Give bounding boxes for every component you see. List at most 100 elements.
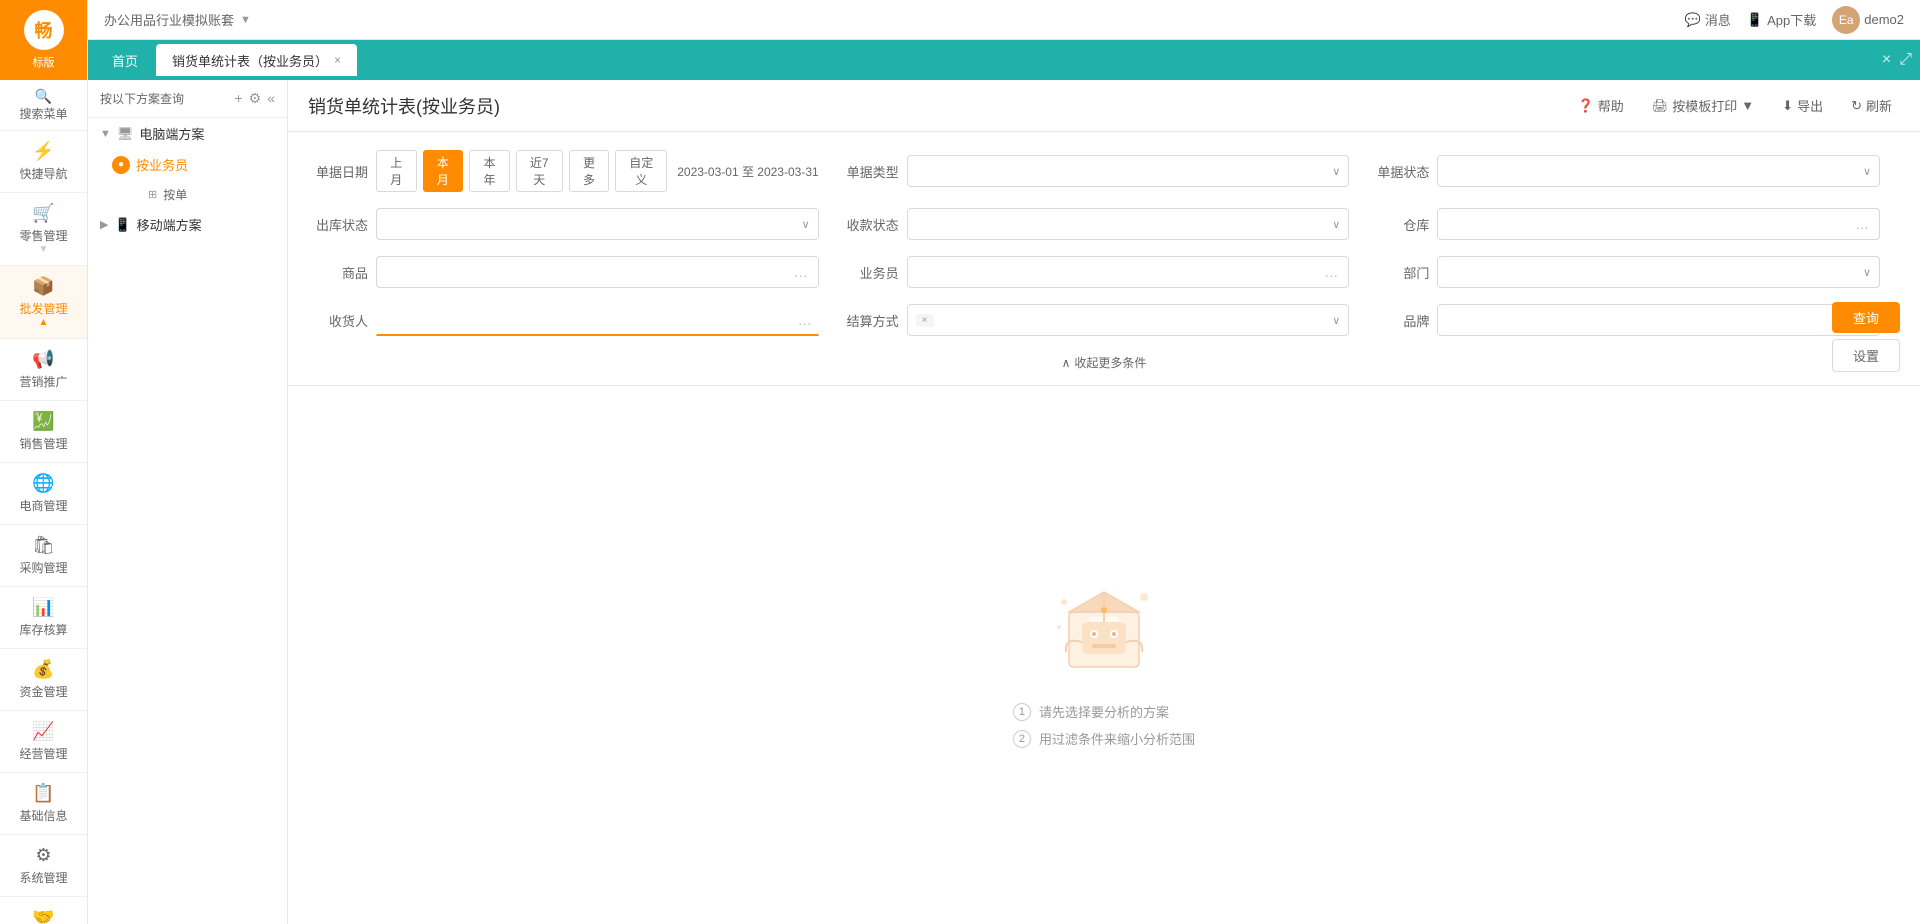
outstatus-arrow: ∨ bbox=[802, 218, 810, 231]
tab-home[interactable]: 首页 bbox=[96, 44, 154, 76]
retail-icon: 🛒 bbox=[32, 203, 54, 224]
date-this-year-btn[interactable]: 本年 bbox=[469, 150, 510, 192]
tree-desktop-children: ● 按业务员 ⊞ 按单 bbox=[88, 149, 287, 209]
window-expand-btn[interactable]: ⤢ bbox=[1899, 51, 1912, 69]
by-order-label: 按单 bbox=[163, 186, 187, 203]
sidebar-item-system[interactable]: ⚙ 系统管理 bbox=[0, 835, 87, 897]
settings-btn[interactable]: 设置 bbox=[1832, 339, 1900, 372]
tree-by-staff[interactable]: ● 按业务员 bbox=[112, 149, 287, 180]
tree-mobile-folder[interactable]: ▶ 📱 移动端方案 bbox=[88, 209, 287, 240]
collapse-icon: ∧ bbox=[1062, 356, 1071, 370]
tab-home-label: 首页 bbox=[112, 51, 138, 70]
query-btn[interactable]: 查询 bbox=[1832, 302, 1900, 333]
dept-select[interactable]: ∨ bbox=[1437, 256, 1880, 288]
warehouse-control: … bbox=[1437, 208, 1880, 240]
sidebar-item-ecom[interactable]: 🌐 电商管理 bbox=[0, 463, 87, 525]
filter-row-3: 商品 … 业务员 … bbox=[308, 248, 1900, 296]
sidebar-item-wholesale[interactable]: 📦 批发管理 ▲ bbox=[0, 266, 87, 339]
date-last7-btn[interactable]: 近7天 bbox=[516, 150, 563, 192]
goods-input[interactable]: … bbox=[376, 256, 819, 288]
sidebar-item-operations[interactable]: 📈 经营管理 bbox=[0, 711, 87, 773]
sidebar-item-marketing[interactable]: 📢 营销推广 bbox=[0, 339, 87, 401]
empty-tips: 1 请先选择要分析的方案 2 用过滤条件来缩小分析范围 bbox=[1013, 702, 1195, 748]
sidebar-item-inventory[interactable]: 📊 库存核算 bbox=[0, 587, 87, 649]
consignee-dots: … bbox=[798, 312, 814, 328]
left-panel-icons: + ⚙ « bbox=[234, 90, 275, 107]
collapse-label: 收起更多条件 bbox=[1074, 354, 1146, 371]
sidebar-item-retail[interactable]: 🛒 零售管理 ▼ bbox=[0, 193, 87, 266]
company-name: 办公用品行业模拟账套 bbox=[104, 10, 234, 29]
tree-desktop-folder[interactable]: ▼ 🖥 电脑端方案 bbox=[88, 118, 287, 149]
filter-outstatus-cell: 出库状态 ∨ bbox=[308, 200, 839, 248]
user-action[interactable]: Ea demo2 bbox=[1832, 6, 1904, 34]
tip1-num: 1 bbox=[1013, 703, 1031, 721]
right-panel: 销货单统计表(按业务员) ❓ 帮助 🖨 按模板打印 ▼ ⬇ 导出 bbox=[288, 80, 1920, 924]
date-this-month-btn[interactable]: 本月 bbox=[423, 150, 464, 192]
outstatus-select[interactable]: ∨ bbox=[376, 208, 819, 240]
export-btn[interactable]: ⬇ 导出 bbox=[1774, 92, 1831, 119]
app-download-action[interactable]: 📱 App下载 bbox=[1747, 10, 1816, 29]
page-header-actions: ❓ 帮助 🖨 按模板打印 ▼ ⬇ 导出 ↻ 刷新 bbox=[1570, 92, 1900, 119]
settle-tag-remove[interactable]: × bbox=[922, 315, 928, 326]
tab-active[interactable]: 销货单统计表（按业务员） × bbox=[156, 44, 357, 76]
sidebar-item-basic[interactable]: 📋 基础信息 bbox=[0, 773, 87, 835]
sidebar-quicknav[interactable]: ⚡ 快捷导航 bbox=[0, 131, 87, 193]
message-action[interactable]: 💬 消息 bbox=[1685, 10, 1731, 29]
sidebar-item-purchase[interactable]: 🛍 采购管理 bbox=[0, 525, 87, 587]
recvstatus-label: 收款状态 bbox=[839, 215, 907, 234]
basic-icon: 📋 bbox=[32, 783, 54, 804]
template-print-label: 按模板打印 bbox=[1672, 96, 1737, 115]
dept-arrow: ∨ bbox=[1863, 266, 1871, 279]
sidebar-wholesale-label: 批发管理 bbox=[19, 300, 67, 317]
dept-label: 部门 bbox=[1369, 263, 1437, 282]
template-print-btn[interactable]: 🖨 按模板打印 ▼ bbox=[1644, 92, 1762, 119]
doctype-arrow: ∨ bbox=[1332, 165, 1340, 178]
doctype-select[interactable]: ∨ bbox=[907, 155, 1350, 187]
filter-staff-cell: 业务员 … bbox=[839, 248, 1370, 296]
logo-icon: 畅 bbox=[35, 17, 53, 43]
topbar-company[interactable]: 办公用品行业模拟账套 ▼ bbox=[104, 10, 1665, 29]
consignee-input[interactable]: … bbox=[376, 304, 819, 336]
wholesale-icon: 📦 bbox=[32, 276, 54, 297]
filter-settle-cell: 结算方式 × ∨ bbox=[839, 296, 1370, 344]
add-scheme-btn[interactable]: + bbox=[234, 90, 242, 107]
docstatus-label: 单据状态 bbox=[1369, 162, 1437, 181]
sidebar-item-sales[interactable]: 💹 销售管理 bbox=[0, 401, 87, 463]
system-icon: ⚙ bbox=[35, 845, 51, 866]
brand-input[interactable]: … bbox=[1437, 304, 1880, 336]
purchase-icon: 🛍 bbox=[32, 535, 55, 556]
docstatus-control: ∨ bbox=[1437, 155, 1880, 187]
retail-arrow: ▼ bbox=[39, 244, 49, 255]
date-custom-btn[interactable]: 自定义 bbox=[615, 150, 667, 192]
date-more-btn[interactable]: 更多 bbox=[569, 150, 610, 192]
staff-input[interactable]: … bbox=[907, 256, 1350, 288]
sidebar-search-label: 搜索菜单 bbox=[19, 105, 67, 122]
date-prev-month-btn[interactable]: 上月 bbox=[376, 150, 417, 192]
operations-icon: 📈 bbox=[32, 721, 54, 742]
message-icon: 💬 bbox=[1685, 12, 1701, 28]
print-icon: 🖨 bbox=[1652, 98, 1669, 114]
sidebar-finance-label: 资金管理 bbox=[19, 683, 67, 700]
goods-control: … bbox=[376, 256, 819, 288]
sidebar-item-corp[interactable]: 🤝 企业协同 bbox=[0, 897, 87, 924]
sidebar-search[interactable]: 🔍 搜索菜单 bbox=[0, 80, 87, 131]
recvstatus-select[interactable]: ∨ bbox=[907, 208, 1350, 240]
topbar-actions: 💬 消息 📱 App下载 Ea demo2 bbox=[1685, 6, 1904, 34]
tab-close-btn[interactable]: × bbox=[334, 54, 341, 66]
collapse-btn[interactable]: ∧ 收起更多条件 bbox=[1062, 348, 1147, 377]
help-btn[interactable]: ❓ 帮助 bbox=[1570, 92, 1632, 119]
settings-scheme-btn[interactable]: ⚙ bbox=[249, 90, 262, 107]
docstatus-select[interactable]: ∨ bbox=[1437, 155, 1880, 187]
sidebar-item-finance[interactable]: 💰 资金管理 bbox=[0, 649, 87, 711]
doctype-control[interactable]: ∨ bbox=[907, 155, 1350, 187]
window-close-btn[interactable]: × bbox=[1882, 51, 1891, 69]
tree-by-order[interactable]: ⊞ 按单 bbox=[112, 180, 287, 209]
topbar: 办公用品行业模拟账套 ▼ 💬 消息 📱 App下载 Ea demo2 bbox=[88, 0, 1920, 40]
settle-tag-input[interactable]: × ∨ bbox=[907, 304, 1350, 336]
sidebar-logo[interactable]: 畅 标版 bbox=[0, 0, 87, 80]
download-icon: 📱 bbox=[1747, 12, 1763, 28]
consignee-control: … bbox=[376, 304, 819, 336]
refresh-btn[interactable]: ↻ 刷新 bbox=[1843, 92, 1900, 119]
warehouse-input[interactable]: … bbox=[1437, 208, 1880, 240]
collapse-panel-btn[interactable]: « bbox=[267, 90, 275, 107]
